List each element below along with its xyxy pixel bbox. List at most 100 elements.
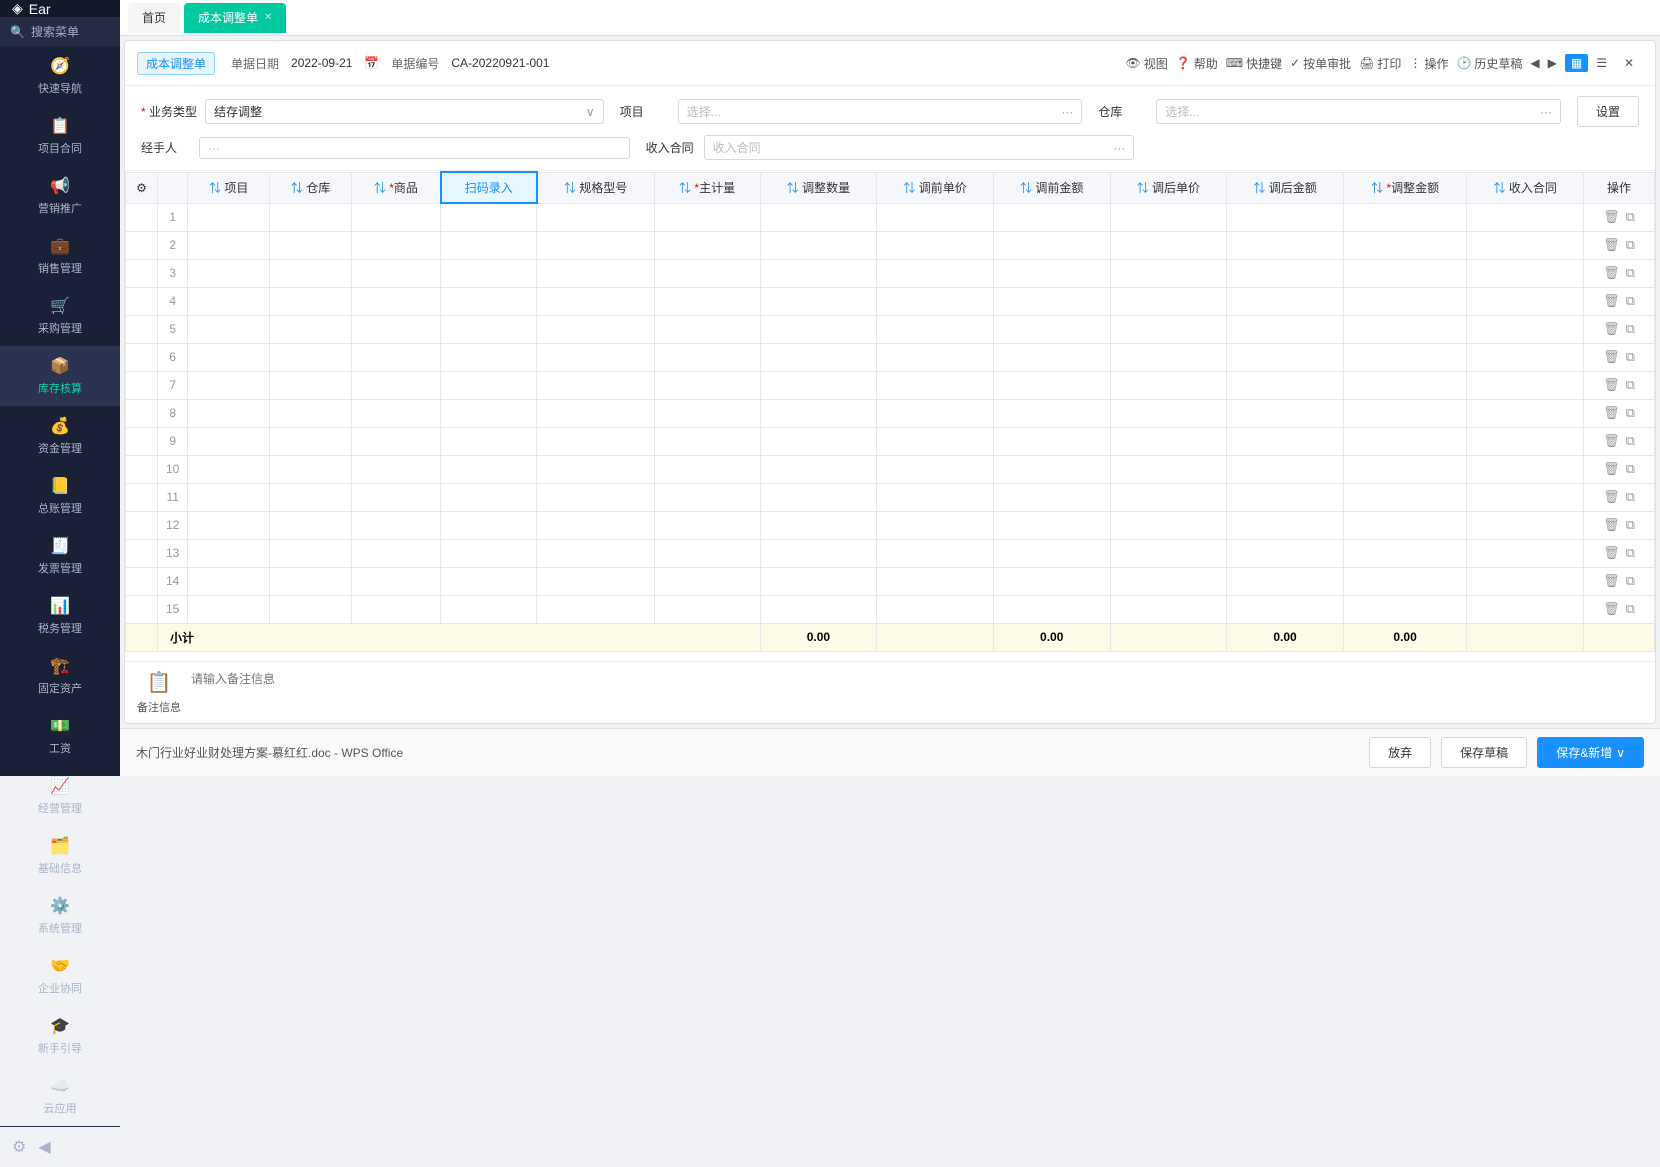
- row-11-delete-icon[interactable]: 🗑: [1603, 489, 1620, 505]
- row-3-spec[interactable]: [537, 259, 654, 287]
- table-container[interactable]: ⚙ ⇅ 项目 ⇅ 仓库 ⇅ *商品 扫码录入 ⇅ 规格型号 ⇅ *主计量 ⇅ 调…: [125, 171, 1655, 661]
- sidebar-item-basic-info[interactable]: 🗂️ 基础信息: [0, 826, 120, 886]
- col-prev-unit-price[interactable]: ⇅ 调前单价: [877, 172, 994, 203]
- col-scan[interactable]: 扫码录入: [441, 172, 537, 203]
- row-13-scan[interactable]: [441, 539, 537, 567]
- row-15-adj-amount[interactable]: [1227, 595, 1344, 623]
- row-3-delete-icon[interactable]: 🗑: [1603, 265, 1620, 281]
- row-3-adjust-amount[interactable]: [1343, 259, 1466, 287]
- history-btn[interactable]: 🕑 历史草稿: [1456, 55, 1522, 72]
- row-14-adj-unit-price[interactable]: [1110, 567, 1227, 595]
- sidebar-item-cloud-apps[interactable]: ☁️ 云应用: [0, 1066, 120, 1126]
- row-5-project[interactable]: [188, 315, 270, 343]
- row-6-spec[interactable]: [537, 343, 654, 371]
- row-8-project[interactable]: [188, 399, 270, 427]
- row-5-income-contract[interactable]: [1467, 315, 1584, 343]
- row-1-adjust-amount[interactable]: [1343, 203, 1466, 231]
- row-8-unit[interactable]: [654, 399, 760, 427]
- row-9-adj-unit-price[interactable]: [1110, 427, 1227, 455]
- row-4-project[interactable]: [188, 287, 270, 315]
- collapse-icon[interactable]: ◀: [38, 1137, 50, 1157]
- row-4-spec[interactable]: [537, 287, 654, 315]
- sidebar-item-inventory[interactable]: 📦 库存核算: [0, 346, 120, 406]
- row-2-spec[interactable]: [537, 231, 654, 259]
- row-13-copy-icon[interactable]: ⧉: [1626, 545, 1635, 561]
- row-13-prev-amount[interactable]: [993, 539, 1110, 567]
- row-5-goods[interactable]: [351, 315, 440, 343]
- row-2-warehouse[interactable]: [270, 231, 352, 259]
- col-warehouse[interactable]: ⇅ 仓库: [270, 172, 352, 203]
- row-5-adj-amount[interactable]: [1227, 315, 1344, 343]
- row-1-delete-icon[interactable]: 🗑: [1603, 209, 1620, 225]
- view-btn[interactable]: 👁 视图: [1126, 55, 1168, 72]
- row-4-prev-unit-price[interactable]: [877, 287, 994, 315]
- row-11-adj-qty[interactable]: [760, 483, 877, 511]
- row-15-income-contract[interactable]: [1467, 595, 1584, 623]
- review-btn[interactable]: ✓ 按单审批: [1290, 55, 1351, 72]
- row-4-warehouse[interactable]: [270, 287, 352, 315]
- settings-button[interactable]: 设置: [1577, 96, 1639, 127]
- col-prev-amount[interactable]: ⇅ 调前金额: [993, 172, 1110, 203]
- row-1-income-contract[interactable]: [1467, 203, 1584, 231]
- row-4-adj-qty[interactable]: [760, 287, 877, 315]
- row-14-unit[interactable]: [654, 567, 760, 595]
- row-14-copy-icon[interactable]: ⧉: [1626, 573, 1635, 589]
- tab-home[interactable]: 首页: [128, 3, 180, 33]
- tab-cost-adjust[interactable]: 成本调整单 ✕: [184, 3, 286, 33]
- row-5-scan[interactable]: [441, 315, 537, 343]
- row-12-adj-unit-price[interactable]: [1110, 511, 1227, 539]
- row-5-unit[interactable]: [654, 315, 760, 343]
- row-10-prev-unit-price[interactable]: [877, 455, 994, 483]
- tab-close-icon[interactable]: ✕: [264, 12, 272, 23]
- grid-view-btn[interactable]: ▦: [1565, 54, 1588, 72]
- row-6-copy-icon[interactable]: ⧉: [1626, 349, 1635, 365]
- row-7-prev-unit-price[interactable]: [877, 371, 994, 399]
- row-12-adjust-amount[interactable]: [1343, 511, 1466, 539]
- row-9-goods[interactable]: [351, 427, 440, 455]
- row-8-prev-amount[interactable]: [993, 399, 1110, 427]
- nav-prev-btn[interactable]: ◀: [1530, 56, 1539, 70]
- row-6-unit[interactable]: [654, 343, 760, 371]
- col-spec[interactable]: ⇅ 规格型号: [537, 172, 654, 203]
- row-5-prev-amount[interactable]: [993, 315, 1110, 343]
- row-14-adj-qty[interactable]: [760, 567, 877, 595]
- notes-input[interactable]: [191, 670, 1643, 698]
- row-6-prev-amount[interactable]: [993, 343, 1110, 371]
- row-8-prev-unit-price[interactable]: [877, 399, 994, 427]
- row-8-goods[interactable]: [351, 399, 440, 427]
- row-7-adjust-amount[interactable]: [1343, 371, 1466, 399]
- col-income-contract[interactable]: ⇅ 收入合同: [1467, 172, 1584, 203]
- row-14-prev-unit-price[interactable]: [877, 567, 994, 595]
- row-12-copy-icon[interactable]: ⧉: [1626, 517, 1635, 533]
- row-12-goods[interactable]: [351, 511, 440, 539]
- row-5-adj-qty[interactable]: [760, 315, 877, 343]
- sidebar-item-funds-mgmt[interactable]: 💰 资金管理: [0, 406, 120, 466]
- row-11-adj-amount[interactable]: [1227, 483, 1344, 511]
- row-7-warehouse[interactable]: [270, 371, 352, 399]
- row-2-scan[interactable]: [441, 231, 537, 259]
- row-2-prev-amount[interactable]: [993, 231, 1110, 259]
- row-10-adj-amount[interactable]: [1227, 455, 1344, 483]
- row-2-adj-qty[interactable]: [760, 231, 877, 259]
- row-12-unit[interactable]: [654, 511, 760, 539]
- row-3-copy-icon[interactable]: ⧉: [1626, 265, 1635, 281]
- row-14-delete-icon[interactable]: 🗑: [1603, 573, 1620, 589]
- row-10-warehouse[interactable]: [270, 455, 352, 483]
- calendar-icon[interactable]: 📅: [364, 56, 379, 70]
- row-12-spec[interactable]: [537, 511, 654, 539]
- row-13-delete-icon[interactable]: 🗑: [1603, 545, 1620, 561]
- row-11-prev-unit-price[interactable]: [877, 483, 994, 511]
- row-1-adj-unit-price[interactable]: [1110, 203, 1227, 231]
- row-10-copy-icon[interactable]: ⧉: [1626, 461, 1635, 477]
- row-6-scan[interactable]: [441, 343, 537, 371]
- row-14-prev-amount[interactable]: [993, 567, 1110, 595]
- row-13-adj-amount[interactable]: [1227, 539, 1344, 567]
- income-contract-input[interactable]: 收入合同 ···: [704, 135, 1135, 160]
- sidebar-item-project-contract[interactable]: 📋 项目合同: [0, 106, 120, 166]
- warehouse-input[interactable]: 选择... ···: [1156, 99, 1561, 124]
- row-11-project[interactable]: [188, 483, 270, 511]
- row-11-warehouse[interactable]: [270, 483, 352, 511]
- row-1-unit[interactable]: [654, 203, 760, 231]
- row-7-unit[interactable]: [654, 371, 760, 399]
- row-3-unit[interactable]: [654, 259, 760, 287]
